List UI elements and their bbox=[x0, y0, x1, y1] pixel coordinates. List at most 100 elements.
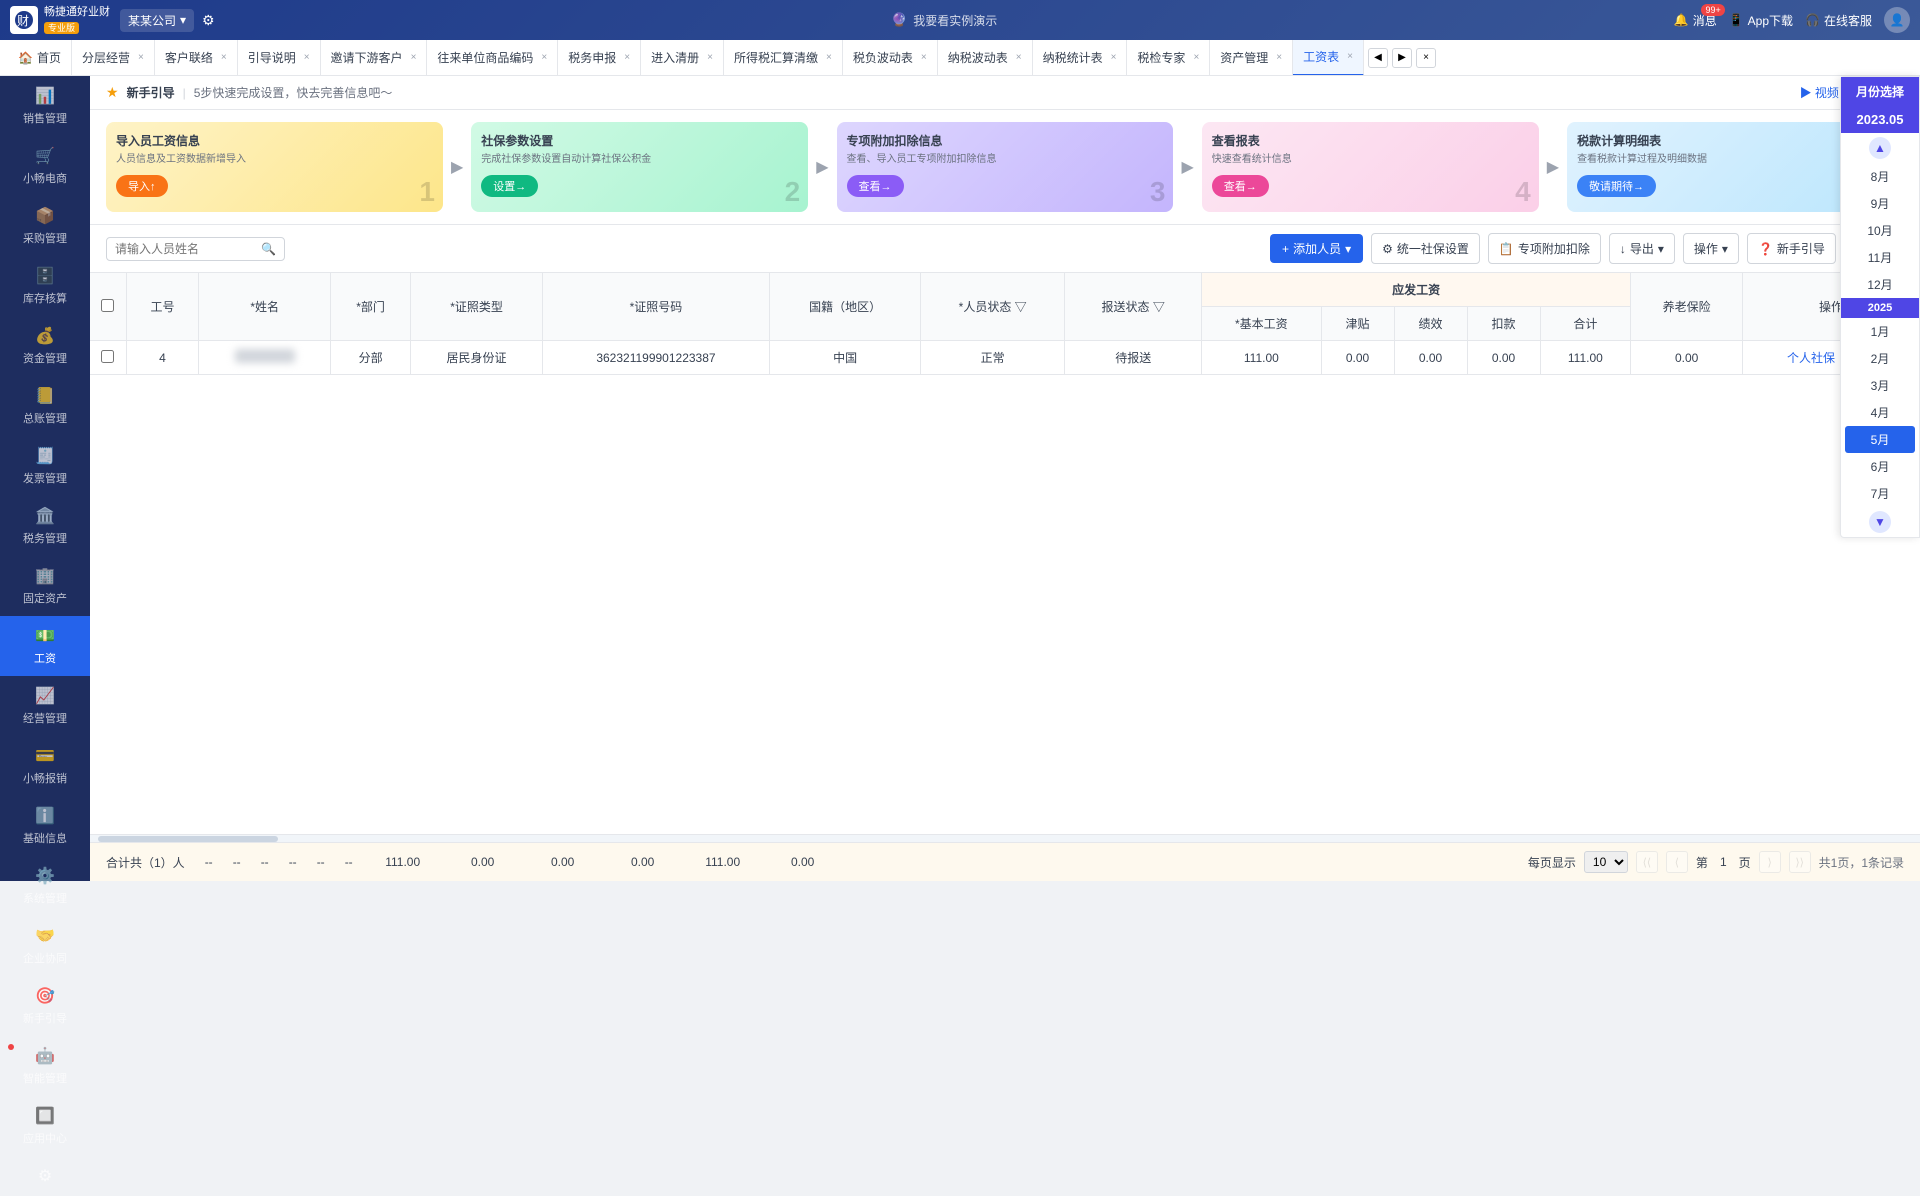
sidebar-item-basic[interactable]: ℹ️ 基础信息 bbox=[0, 796, 90, 856]
month-7[interactable]: 7月 bbox=[1841, 480, 1919, 507]
sidebar-item-ecommerce[interactable]: 🛒 小畅电商 bbox=[0, 136, 90, 196]
tab-close-icon[interactable]: × bbox=[1276, 52, 1282, 63]
prev-page-button[interactable]: ⟨ bbox=[1666, 851, 1688, 873]
sidebar-item-finance[interactable]: 💰 资金管理 bbox=[0, 316, 90, 376]
user-avatar[interactable]: 👤 bbox=[1884, 7, 1910, 33]
sidebar-item-sales[interactable]: 📊 销售管理 bbox=[0, 76, 90, 136]
per-page-select[interactable]: 10 20 50 bbox=[1584, 851, 1628, 873]
step2-desc: 完成社保参数设置自动计算社保公积金 bbox=[481, 153, 798, 167]
sidebar-item-ai[interactable]: 🤖 智能管理 bbox=[0, 1036, 90, 1096]
tab-close-icon[interactable]: × bbox=[138, 52, 144, 63]
tab-payroll[interactable]: 工资表 × bbox=[1293, 40, 1364, 76]
step1-button[interactable]: 导入↑ bbox=[116, 175, 168, 197]
sidebar-label-sales: 销售管理 bbox=[23, 110, 67, 126]
tab-close-icon[interactable]: × bbox=[707, 52, 713, 63]
sidebar-item-invoice[interactable]: 🧾 发票管理 bbox=[0, 436, 90, 496]
tab-kehu[interactable]: 客户联络 × bbox=[155, 40, 238, 76]
last-page-button[interactable]: ⟩⟩ bbox=[1789, 851, 1811, 873]
demo-link[interactable]: 🔮 我要看实例演示 bbox=[215, 12, 1674, 29]
row-checkbox[interactable] bbox=[101, 350, 114, 363]
month-9[interactable]: 9月 bbox=[1841, 190, 1919, 217]
search-icon[interactable]: 🔍 bbox=[261, 242, 276, 256]
search-input[interactable] bbox=[115, 242, 255, 256]
tab-close-icon[interactable]: × bbox=[826, 52, 832, 63]
tab-close-icon[interactable]: × bbox=[1016, 52, 1022, 63]
step5-button[interactable]: 敬请期待→ bbox=[1577, 175, 1656, 197]
tab-close-all-button[interactable]: × bbox=[1416, 48, 1436, 68]
tab-close-icon[interactable]: × bbox=[624, 52, 630, 63]
month-1[interactable]: 1月 bbox=[1841, 318, 1919, 345]
tab-burden[interactable]: 税负波动表 × bbox=[843, 40, 938, 76]
export-button[interactable]: ↓ 导出 ▾ bbox=[1609, 233, 1675, 264]
tab-fengjing[interactable]: 分层经营 × bbox=[72, 40, 155, 76]
sidebar-item-collab[interactable]: 🤝 企业协同 bbox=[0, 916, 90, 976]
step4-button[interactable]: 查看→ bbox=[1212, 175, 1269, 197]
tab-invite[interactable]: 邀请下游客户 × bbox=[321, 40, 428, 76]
tab-nadong[interactable]: 纳税波动表 × bbox=[938, 40, 1033, 76]
tab-close-icon[interactable]: × bbox=[541, 52, 547, 63]
step-arrow-2: ▶ bbox=[816, 157, 828, 177]
app-download-button[interactable]: 📱 App下载 bbox=[1729, 12, 1793, 29]
tab-close-icon[interactable]: × bbox=[1111, 52, 1117, 63]
month-10[interactable]: 10月 bbox=[1841, 217, 1919, 244]
tab-income[interactable]: 所得税汇算清缴 × bbox=[724, 40, 843, 76]
sidebar-item-system[interactable]: ⚙️ 系统管理 bbox=[0, 856, 90, 916]
step3-button[interactable]: 查看→ bbox=[847, 175, 904, 197]
personal-insurance-link[interactable]: 个人社保 bbox=[1787, 351, 1835, 365]
sidebar-label-tax: 税务管理 bbox=[23, 530, 67, 546]
sidebar-item-tax[interactable]: 🏛️ 税务管理 bbox=[0, 496, 90, 556]
scrollbar-thumb[interactable] bbox=[98, 836, 278, 842]
message-button[interactable]: 🔔 消息 99+ bbox=[1674, 12, 1717, 29]
tab-yindao[interactable]: 引导说明 × bbox=[238, 40, 321, 76]
month-12[interactable]: 12月 bbox=[1841, 271, 1919, 298]
sidebar-item-purchase[interactable]: 📦 采购管理 bbox=[0, 196, 90, 256]
add-employee-button[interactable]: + 添加人员 ▾ bbox=[1270, 234, 1363, 263]
month-2[interactable]: 2月 bbox=[1841, 345, 1919, 372]
tab-tax[interactable]: 税务申报 × bbox=[558, 40, 641, 76]
month-4[interactable]: 4月 bbox=[1841, 399, 1919, 426]
tab-natong[interactable]: 纳税统计表 × bbox=[1033, 40, 1128, 76]
sidebar-item-payroll[interactable]: 💵 工资 bbox=[0, 616, 90, 676]
sidebar-item-settings[interactable]: ⚙ bbox=[0, 1156, 90, 1196]
action-button[interactable]: 操作 ▾ bbox=[1683, 233, 1739, 264]
next-page-button[interactable]: ⟩ bbox=[1759, 851, 1781, 873]
tab-close-icon[interactable]: × bbox=[1193, 52, 1199, 63]
month-5[interactable]: 5月 bbox=[1845, 426, 1915, 453]
special-deduction-button[interactable]: 📋 专项附加扣除 bbox=[1488, 233, 1601, 264]
step2-button[interactable]: 设置→ bbox=[481, 175, 538, 197]
sidebar-item-ledger[interactable]: 📒 总账管理 bbox=[0, 376, 90, 436]
month-11[interactable]: 11月 bbox=[1841, 244, 1919, 271]
first-page-button[interactable]: ⟨⟨ bbox=[1636, 851, 1658, 873]
tab-close-icon[interactable]: × bbox=[921, 52, 927, 63]
tab-close-icon[interactable]: × bbox=[304, 52, 310, 63]
social-insurance-button[interactable]: ⚙ 统一社保设置 bbox=[1371, 233, 1480, 264]
tab-close-icon[interactable]: × bbox=[221, 52, 227, 63]
tab-prev-button[interactable]: ◀ bbox=[1368, 48, 1388, 68]
horizontal-scrollbar[interactable] bbox=[90, 834, 1920, 842]
month-picker-down-button[interactable]: ▼ bbox=[1869, 511, 1891, 533]
month-6[interactable]: 6月 bbox=[1841, 453, 1919, 480]
guide-video-link[interactable]: ▶ 视频 bbox=[1800, 84, 1839, 101]
tab-next-button[interactable]: ▶ bbox=[1392, 48, 1412, 68]
sidebar-item-inventory[interactable]: 🗄️ 库存核算 bbox=[0, 256, 90, 316]
tab-qingce[interactable]: 进入清册 × bbox=[641, 40, 724, 76]
tab-close-icon[interactable]: × bbox=[411, 52, 417, 63]
tab-close-icon[interactable]: × bbox=[1347, 51, 1353, 62]
month-3[interactable]: 3月 bbox=[1841, 372, 1919, 399]
sidebar-item-guide[interactable]: 🎯 新手引导 bbox=[0, 976, 90, 1036]
sidebar-item-apps[interactable]: 🔲 应用中心 bbox=[0, 1096, 90, 1156]
company-selector[interactable]: 某某公司 ▾ bbox=[120, 9, 194, 32]
online-service-button[interactable]: 🎧 在线客服 bbox=[1805, 12, 1872, 29]
tab-home[interactable]: 🏠 首页 bbox=[8, 40, 72, 76]
sidebar-item-operations[interactable]: 📈 经营管理 bbox=[0, 676, 90, 736]
gear-icon[interactable]: ⚙ bbox=[202, 12, 215, 29]
guide-button[interactable]: ❓ 新手引导 bbox=[1747, 233, 1836, 264]
select-all-checkbox[interactable] bbox=[101, 299, 114, 312]
tab-code[interactable]: 往来单位商品编码 × bbox=[427, 40, 558, 76]
sidebar-item-fixed-assets[interactable]: 🏢 固定资产 bbox=[0, 556, 90, 616]
month-picker-up-button[interactable]: ▲ bbox=[1869, 137, 1891, 159]
tab-expert[interactable]: 税检专家 × bbox=[1127, 40, 1210, 76]
sidebar-item-expense[interactable]: 💳 小畅报销 bbox=[0, 736, 90, 796]
tab-assets[interactable]: 资产管理 × bbox=[1210, 40, 1293, 76]
month-8[interactable]: 8月 bbox=[1841, 163, 1919, 190]
